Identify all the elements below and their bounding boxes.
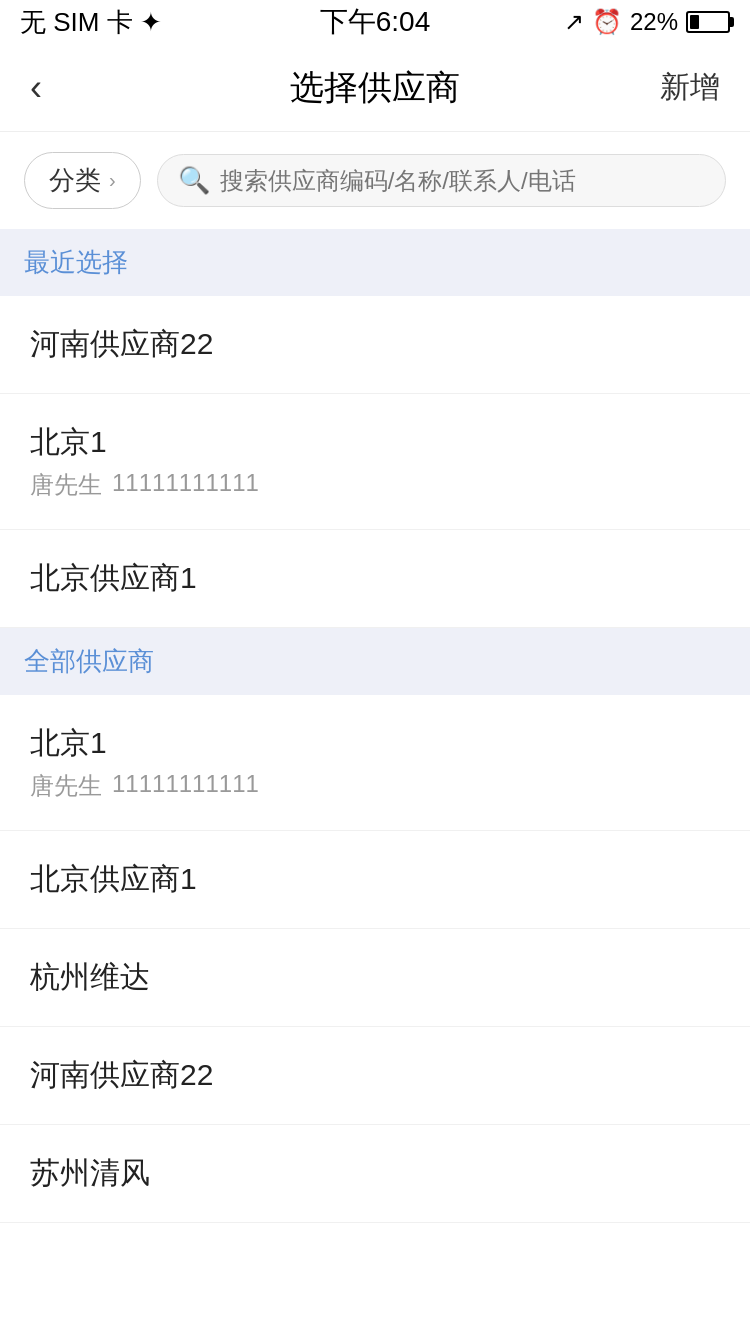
back-button[interactable]: ‹ — [30, 67, 90, 109]
list-item[interactable]: 北京供应商1 — [0, 831, 750, 929]
item-name: 河南供应商22 — [30, 1055, 720, 1096]
list-item[interactable]: 北京供应商1 — [0, 530, 750, 628]
nav-bar: ‹ 选择供应商 新增 — [0, 44, 750, 132]
search-box[interactable]: 🔍 — [157, 154, 726, 207]
item-name: 河南供应商22 — [30, 324, 720, 365]
search-input[interactable] — [220, 167, 705, 195]
alarm-icon: ⏰ — [592, 8, 622, 36]
item-name: 北京1 — [30, 723, 720, 764]
filter-bar: 分类 › 🔍 — [0, 132, 750, 229]
status-time: 下午6:04 — [320, 3, 431, 41]
battery-icon — [686, 11, 730, 33]
add-button[interactable]: 新增 — [660, 67, 720, 108]
list-item[interactable]: 杭州维达 — [0, 929, 750, 1027]
item-sub: 唐先生 11111111111 — [30, 469, 720, 501]
sim-status: 无 SIM 卡 ✦ — [20, 5, 162, 40]
search-icon: 🔍 — [178, 165, 210, 196]
status-left: 无 SIM 卡 ✦ — [20, 5, 162, 40]
item-name: 北京1 — [30, 422, 720, 463]
status-bar: 无 SIM 卡 ✦ 下午6:04 ↗ ⏰ 22% — [0, 0, 750, 44]
battery-percent: 22% — [630, 8, 678, 36]
status-right: ↗ ⏰ 22% — [564, 8, 730, 36]
location-icon: ↗ — [564, 8, 584, 36]
list-item[interactable]: 河南供应商22 — [0, 296, 750, 394]
category-button[interactable]: 分类 › — [24, 152, 141, 209]
list-item[interactable]: 苏州清风 — [0, 1125, 750, 1223]
list-item[interactable]: 河南供应商22 — [0, 1027, 750, 1125]
recent-list: 河南供应商22 北京1 唐先生 11111111111 北京供应商1 — [0, 296, 750, 628]
item-name: 北京供应商1 — [30, 859, 720, 900]
page-title: 选择供应商 — [290, 65, 460, 111]
item-name: 北京供应商1 — [30, 558, 720, 599]
list-item[interactable]: 北京1 唐先生 11111111111 — [0, 695, 750, 831]
list-item[interactable]: 北京1 唐先生 11111111111 — [0, 394, 750, 530]
category-label: 分类 — [49, 163, 101, 198]
item-sub: 唐先生 11111111111 — [30, 770, 720, 802]
item-name: 苏州清风 — [30, 1153, 720, 1194]
all-section-header: 全部供应商 — [0, 628, 750, 695]
item-name: 杭州维达 — [30, 957, 720, 998]
all-list: 北京1 唐先生 11111111111 北京供应商1 杭州维达河南供应商22 苏州清… — [0, 695, 750, 1223]
recent-section-header: 最近选择 — [0, 229, 750, 296]
chevron-right-icon: › — [109, 169, 116, 192]
